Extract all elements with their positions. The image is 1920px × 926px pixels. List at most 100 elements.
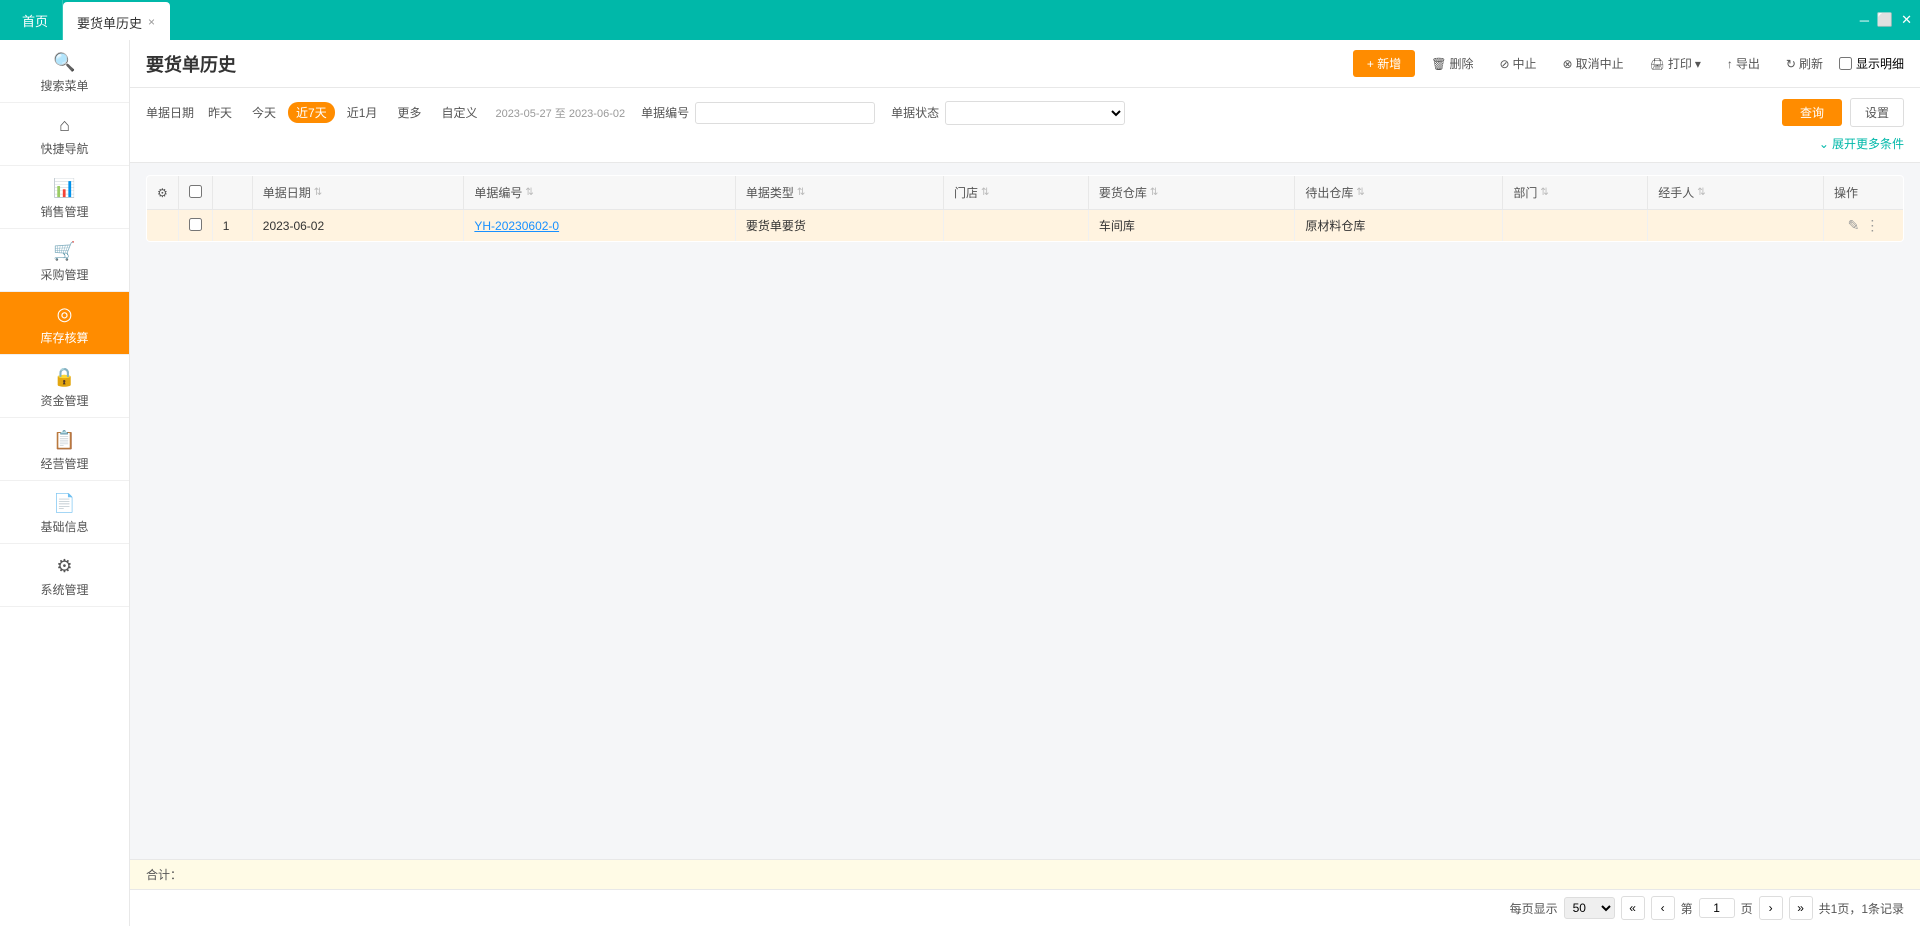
summary-bar: 合计：	[130, 859, 1920, 889]
sort-doc-no-icon: ⇅	[525, 187, 533, 198]
window-close-icon[interactable]: ✕	[1901, 12, 1912, 28]
th-handler[interactable]: 经手人 ⇅	[1648, 176, 1824, 210]
select-all-checkbox[interactable]	[189, 185, 202, 198]
next-page-btn[interactable]: ›	[1759, 896, 1783, 920]
th-req-warehouse[interactable]: 要货仓库 ⇅	[1088, 176, 1295, 210]
page-title: 要货单历史	[146, 51, 1353, 77]
show-detail-checkbox[interactable]	[1839, 57, 1852, 70]
export-button[interactable]: ↑ 导出	[1717, 51, 1770, 76]
expand-more-btn[interactable]: ⌄ 展开更多条件	[1819, 135, 1904, 152]
docno-filter-label: 单据编号	[641, 104, 689, 121]
sidebar-item-basic-info[interactable]: 📄 基础信息	[0, 481, 129, 544]
sidebar-item-sales-mgmt[interactable]: 📊 销售管理	[0, 166, 129, 229]
sidebar-item-ops-mgmt[interactable]: 📋 经营管理	[0, 418, 129, 481]
tab-close-icon[interactable]: ×	[148, 15, 155, 29]
table-area: ⚙ 单据日期 ⇅ 单据编号	[130, 163, 1920, 859]
quick-nav-icon: ⌂	[59, 115, 70, 136]
td-operation: ✎ ⋮	[1824, 210, 1904, 242]
system-mgmt-icon: ⚙	[56, 556, 72, 577]
sidebar-item-ops-mgmt-label: 经营管理	[40, 455, 88, 472]
table-row: 1 2023-06-02 YH-20230602-0 要货单要货 车间库 原材料…	[147, 210, 1904, 242]
summary-label: 合计：	[146, 868, 182, 882]
sort-pending-warehouse-icon: ⇅	[1356, 187, 1364, 198]
filter-actions: 查询 设置	[1782, 98, 1904, 127]
per-page-select[interactable]: 50 10 20 100	[1564, 897, 1615, 919]
td-index: 1	[212, 210, 252, 242]
sidebar-item-inventory[interactable]: ◎ 库存核算	[0, 292, 129, 355]
status-select[interactable]	[945, 101, 1125, 125]
date-tag-7days[interactable]: 近7天	[288, 102, 335, 123]
purchase-mgmt-icon: 🛒	[53, 241, 75, 262]
filter-group-docno: 单据编号	[641, 102, 875, 124]
show-detail-toggle[interactable]: 显示明细	[1839, 55, 1904, 72]
th-department[interactable]: 部门 ⇅	[1503, 176, 1648, 210]
status-filter-label: 单据状态	[891, 104, 939, 121]
stop-icon: ⊘	[1499, 57, 1509, 71]
new-button-label: + 新增	[1367, 55, 1401, 72]
row-checkbox[interactable]	[189, 218, 202, 231]
th-settings[interactable]: ⚙	[147, 176, 179, 210]
th-doc-date[interactable]: 单据日期 ⇅	[252, 176, 464, 210]
sort-department-icon: ⇅	[1540, 187, 1548, 198]
expand-more-label: 展开更多条件	[1832, 135, 1904, 152]
date-tag-1month[interactable]: 近1月	[339, 102, 386, 123]
new-button[interactable]: + 新增	[1353, 50, 1415, 77]
sidebar-item-system-mgmt[interactable]: ⚙ 系统管理	[0, 544, 129, 607]
td-handler	[1648, 210, 1824, 242]
th-store[interactable]: 门店 ⇅	[943, 176, 1088, 210]
window-maximize-icon[interactable]: ⬜	[1877, 12, 1893, 28]
date-tag-yesterday[interactable]: 昨天	[200, 102, 240, 123]
th-doc-type[interactable]: 单据类型 ⇅	[735, 176, 943, 210]
window-minimize-icon[interactable]: ─	[1860, 13, 1869, 28]
td-pending-warehouse: 原材料仓库	[1295, 210, 1503, 242]
date-tag-custom[interactable]: 自定义	[433, 102, 485, 123]
last-page-btn[interactable]: »	[1789, 896, 1813, 920]
row-more-icon[interactable]: ⋮	[1865, 217, 1879, 234]
td-doc-no[interactable]: YH-20230602-0	[464, 210, 736, 242]
sort-handler-icon: ⇅	[1697, 187, 1705, 198]
basic-info-icon: 📄	[53, 493, 75, 514]
sidebar-item-finance-mgmt[interactable]: 🔒 资金管理	[0, 355, 129, 418]
tab-requisition-history[interactable]: 要货单历史 ×	[63, 2, 170, 42]
row-operation-btns: ✎ ⋮	[1834, 217, 1893, 234]
delete-button[interactable]: 🗑 删除	[1421, 51, 1483, 76]
cancel-stop-button-label: 取消中止	[1576, 55, 1624, 72]
refresh-icon: ↻	[1786, 57, 1796, 71]
sidebar-item-purchase-mgmt[interactable]: 🛒 采购管理	[0, 229, 129, 292]
date-tag-more[interactable]: 更多	[389, 102, 429, 123]
date-tag-today[interactable]: 今天	[244, 102, 284, 123]
stop-button[interactable]: ⊘ 中止	[1489, 51, 1546, 76]
th-doc-no[interactable]: 单据编号 ⇅	[464, 176, 736, 210]
prev-page-btn[interactable]: ‹	[1651, 896, 1675, 920]
delete-button-label: 删除	[1449, 55, 1473, 72]
search-menu-icon: 🔍	[53, 52, 75, 73]
td-doc-date: 2023-06-02	[252, 210, 464, 242]
row-edit-icon[interactable]: ✎	[1848, 217, 1860, 234]
print-button[interactable]: 🖨 打印 ▾	[1640, 51, 1711, 76]
sidebar-item-search-menu[interactable]: 🔍 搜索菜单	[0, 40, 129, 103]
th-department-label: 部门	[1513, 184, 1537, 201]
docno-input[interactable]	[695, 102, 875, 124]
query-button[interactable]: 查询	[1782, 99, 1842, 126]
th-doc-date-label: 单据日期	[263, 184, 311, 201]
page-number-input[interactable]	[1699, 898, 1735, 918]
sidebar: 🔍 搜索菜单 ⌂ 快捷导航 📊 销售管理 🛒 采购管理 ◎ 库存核算 🔒 资金管…	[0, 40, 130, 926]
tab-home-label: 首页	[22, 11, 48, 30]
sidebar-item-search-menu-label: 搜索菜单	[40, 77, 88, 94]
page-label-suffix: 页	[1741, 900, 1753, 917]
date-filter-label: 单据日期	[146, 104, 194, 121]
refresh-button[interactable]: ↻ 刷新	[1776, 51, 1833, 76]
doc-no-link[interactable]: YH-20230602-0	[474, 219, 559, 233]
th-pending-warehouse[interactable]: 待出仓库 ⇅	[1295, 176, 1503, 210]
sidebar-item-basic-info-label: 基础信息	[40, 518, 88, 535]
tab-home[interactable]: 首页	[8, 0, 63, 40]
first-page-btn[interactable]: «	[1621, 896, 1645, 920]
sidebar-item-quick-nav[interactable]: ⌂ 快捷导航	[0, 103, 129, 166]
sidebar-item-sales-mgmt-label: 销售管理	[40, 203, 88, 220]
cancel-stop-button[interactable]: ⊗ 取消中止	[1553, 51, 1634, 76]
print-button-label: 打印	[1668, 55, 1692, 72]
filter-group-date: 单据日期 昨天 今天 近7天 近1月 更多 自定义 2023-05-27 至 2…	[146, 102, 625, 123]
query-button-label: 查询	[1800, 104, 1824, 121]
sidebar-item-inventory-label: 库存核算	[40, 329, 88, 346]
settings-button[interactable]: 设置	[1850, 98, 1904, 127]
